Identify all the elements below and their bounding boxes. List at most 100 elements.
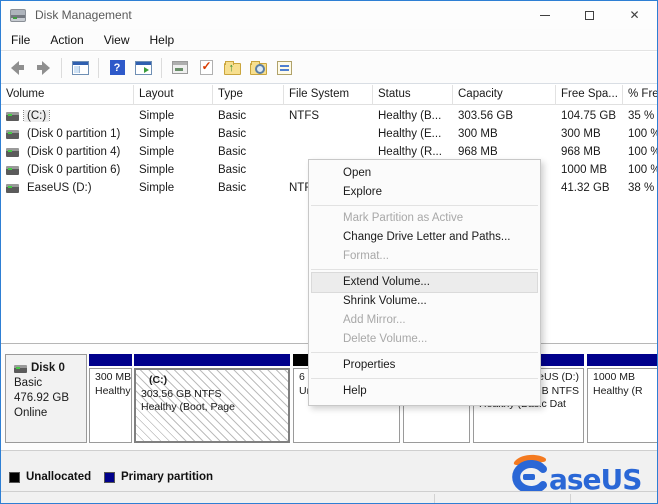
disk-type: Basic — [14, 376, 86, 391]
menu-item-add-mirror: Add Mirror... — [309, 311, 540, 330]
partition-300mb[interactable]: 300 MB Healthy — [89, 354, 132, 443]
help-icon[interactable]: ? — [107, 59, 127, 77]
cell-free-space: 968 MB — [556, 146, 623, 158]
forward-arrow-icon[interactable] — [33, 59, 53, 77]
legend-unallocated: Unallocated — [9, 471, 91, 483]
cell-pct-free: 100 % — [623, 164, 657, 176]
cell-free-space: 41.32 GB — [556, 182, 623, 194]
cell-file-system: NTFS — [284, 110, 373, 122]
menu-item-delete-volume: Delete Volume... — [309, 330, 540, 349]
disk-management-app-icon — [10, 9, 26, 22]
minimize-button[interactable] — [522, 1, 567, 29]
cell-type: Basic — [213, 146, 284, 158]
close-button[interactable]: ✕ — [612, 1, 657, 29]
toolbar-separator — [161, 58, 162, 78]
status-bar-divider — [434, 494, 435, 504]
cell-status: Healthy (R... — [373, 146, 453, 158]
folder-search-icon[interactable] — [248, 59, 268, 77]
menu-item-help[interactable]: Help — [309, 382, 540, 401]
volume-table-header: Volume Layout Type File System Status Ca… — [1, 85, 657, 105]
column-header-layout[interactable]: Layout — [134, 85, 213, 105]
status-bar-divider — [570, 494, 571, 504]
window-controls: ✕ — [522, 1, 657, 29]
cell-capacity: 968 MB — [453, 146, 556, 158]
menu-bar: File Action View Help — [1, 29, 657, 51]
cell-pct-free: 35 % — [623, 110, 657, 122]
toolbar-separator — [98, 58, 99, 78]
menu-item-properties[interactable]: Properties — [309, 356, 540, 375]
title-bar: Disk Management ✕ — [1, 1, 657, 29]
table-row[interactable]: (C:) Simple Basic NTFS Healthy (B... 303… — [1, 107, 657, 125]
show-console-tree-icon[interactable] — [70, 59, 90, 77]
cell-status: Healthy (B... — [373, 110, 453, 122]
primary-partition-band — [89, 354, 132, 366]
disk-management-window: Disk Management ✕ File Action View Help … — [0, 0, 658, 504]
cell-type: Basic — [213, 164, 284, 176]
column-header-capacity[interactable]: Capacity — [453, 85, 556, 105]
partition-line: (C:) — [141, 374, 288, 388]
menu-separator — [311, 269, 538, 270]
close-icon: ✕ — [629, 8, 639, 22]
menu-item-shrink-volume[interactable]: Shrink Volume... — [309, 292, 540, 311]
cell-free-space: 1000 MB — [556, 164, 623, 176]
primary-partition-band — [587, 354, 658, 366]
easeus-logo-text: aseUS — [549, 463, 641, 494]
legend-primary-partition: Primary partition — [104, 471, 213, 483]
back-arrow-icon[interactable] — [7, 59, 27, 77]
properties-list-icon[interactable] — [274, 59, 294, 77]
volume-name: EaseUS (D:) — [24, 182, 95, 194]
disk-status: Online — [14, 406, 86, 421]
table-row[interactable]: (Disk 0 partition 1) Simple Basic Health… — [1, 125, 657, 143]
volume-icon — [6, 112, 19, 121]
menu-item-open[interactable]: Open — [309, 164, 540, 183]
primary-partition-band — [134, 354, 290, 366]
disk-size: 476.92 GB — [14, 391, 86, 406]
minimize-icon — [540, 15, 550, 16]
menu-action[interactable]: Action — [40, 33, 93, 47]
cell-pct-free: 38 % — [623, 182, 657, 194]
menu-separator — [311, 352, 538, 353]
cell-free-space: 104.75 GB — [556, 110, 623, 122]
cell-layout: Simple — [134, 146, 213, 158]
menu-item-explore[interactable]: Explore — [309, 183, 540, 202]
volume-name: (C:) — [24, 110, 49, 122]
column-header-volume[interactable]: Volume — [1, 85, 134, 105]
window-title: Disk Management — [35, 8, 132, 22]
menu-item-format: Format... — [309, 247, 540, 266]
column-header-type[interactable]: Type — [213, 85, 284, 105]
column-header-free-space[interactable]: Free Spa... — [556, 85, 623, 105]
menu-item-change-drive-letter[interactable]: Change Drive Letter and Paths... — [309, 228, 540, 247]
folder-export-icon[interactable] — [222, 59, 242, 77]
cell-type: Basic — [213, 128, 284, 140]
maximize-button[interactable] — [567, 1, 612, 29]
menu-file[interactable]: File — [1, 33, 40, 47]
menu-view[interactable]: View — [94, 33, 140, 47]
partition-1000mb[interactable]: 1000 MB Healthy (R — [587, 354, 658, 443]
column-header-file-system[interactable]: File System — [284, 85, 373, 105]
toolbar: ? — [1, 52, 657, 84]
maximize-icon — [585, 11, 594, 20]
unallocated-swatch — [9, 472, 20, 483]
status-bar — [1, 491, 657, 504]
cell-pct-free: 100 % — [623, 128, 657, 140]
cell-status: Healthy (E... — [373, 128, 453, 140]
show-action-pane-icon[interactable] — [133, 59, 153, 77]
disk0-info-box[interactable]: Disk 0 Basic 476.92 GB Online — [5, 354, 87, 443]
column-header-status[interactable]: Status — [373, 85, 453, 105]
partition-line: 303.56 GB NTFS — [141, 388, 288, 402]
popup-window-icon[interactable] — [170, 59, 190, 77]
cell-layout: Simple — [134, 164, 213, 176]
menu-help[interactable]: Help — [140, 33, 185, 47]
partition-line: Healthy (Boot, Page — [141, 401, 288, 415]
easeus-logo-bar — [523, 474, 535, 480]
check-task-icon[interactable] — [196, 59, 216, 77]
menu-item-extend-volume[interactable]: Extend Volume... — [312, 273, 537, 292]
toolbar-separator — [61, 58, 62, 78]
partition-line: Healthy (R — [593, 385, 658, 399]
cell-type: Basic — [213, 182, 284, 194]
menu-item-mark-partition-active: Mark Partition as Active — [309, 209, 540, 228]
column-header-pct-free[interactable]: % Free — [623, 85, 657, 105]
volume-name: (Disk 0 partition 6) — [24, 164, 123, 176]
partition-c-selected[interactable]: (C:) 303.56 GB NTFS Healthy (Boot, Page — [134, 354, 290, 443]
volume-icon — [6, 166, 19, 175]
